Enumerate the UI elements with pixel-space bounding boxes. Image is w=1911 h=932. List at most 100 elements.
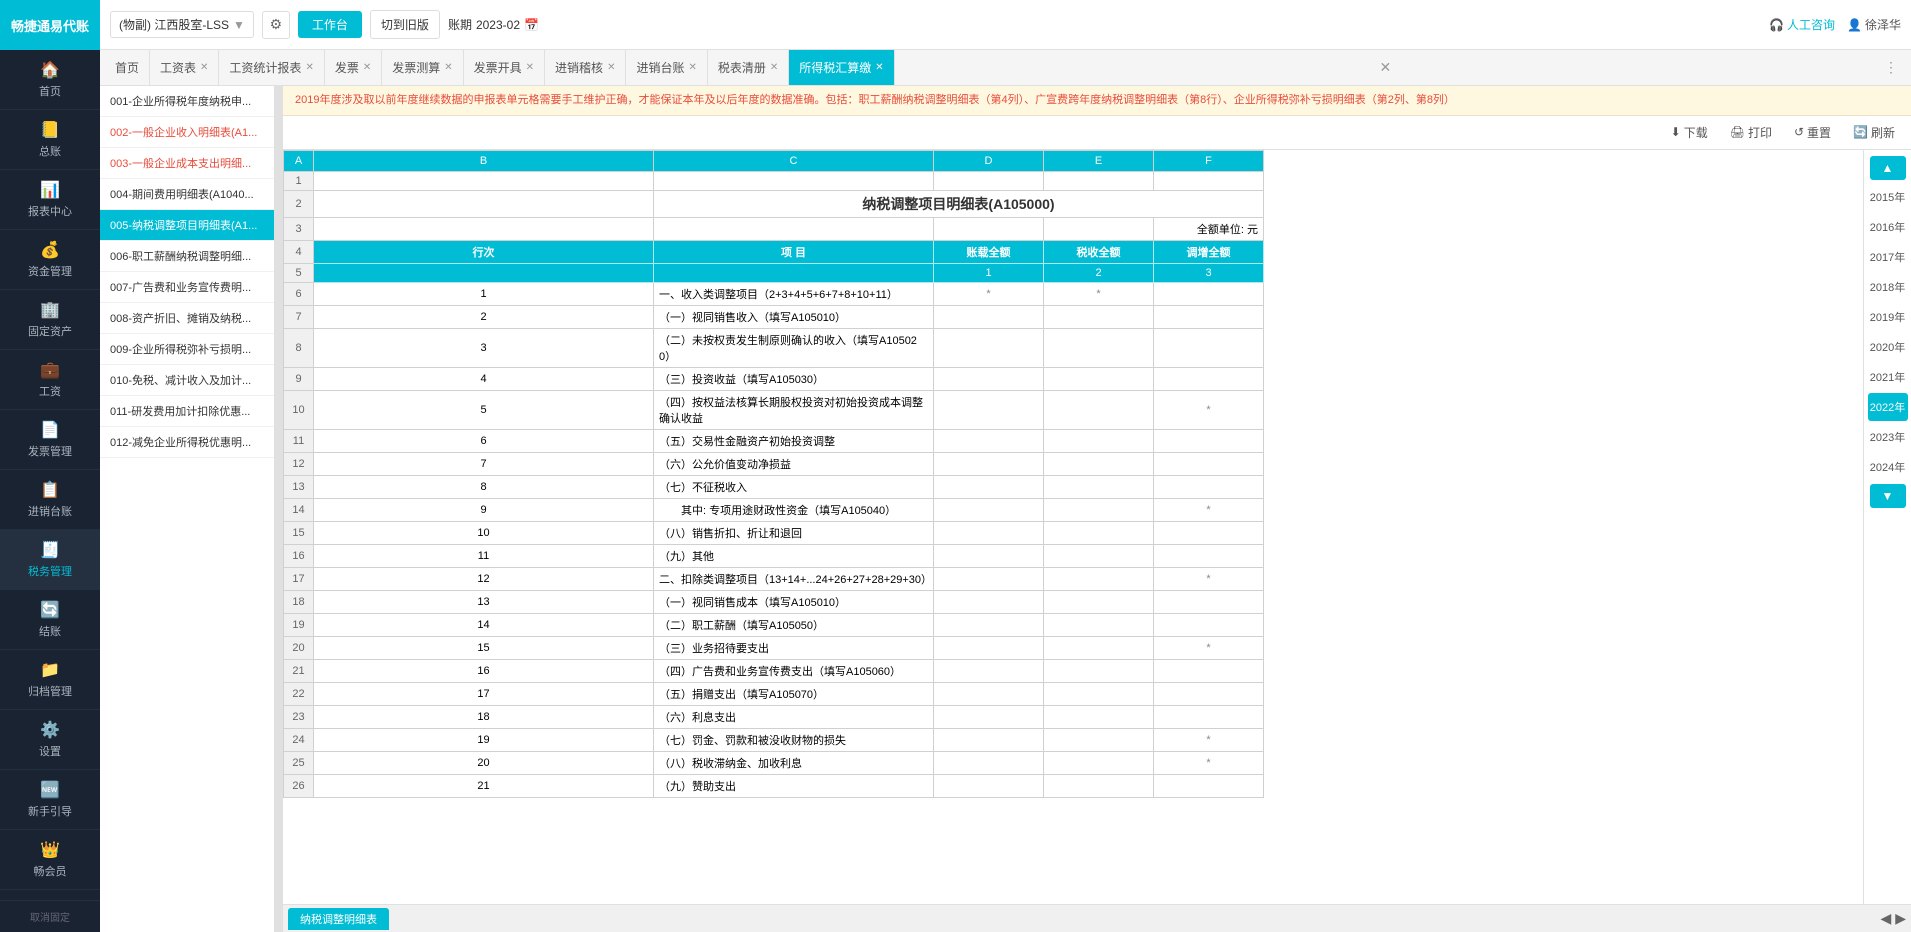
left-panel-item-006[interactable]: 006-职工薪酬纳税调整明细... — [100, 241, 274, 272]
sidebar-item-tax-mgmt[interactable]: 🧾 税务管理 — [0, 530, 100, 590]
cell-e10[interactable]: * — [1154, 390, 1264, 429]
cell-e15[interactable] — [1154, 521, 1264, 544]
cell-c15[interactable] — [934, 521, 1044, 544]
bottom-scroll-left-icon[interactable]: ◀ — [1880, 910, 1891, 927]
refresh-button[interactable]: 🔄 刷新 — [1847, 121, 1901, 144]
cell-c26[interactable] — [934, 774, 1044, 797]
sheet-main[interactable]: A B C D E F 1 — [283, 150, 1863, 905]
unpin-button[interactable]: 取消固定 — [0, 900, 100, 932]
tab-home[interactable]: 首页 — [105, 50, 150, 86]
tab-purchase-check-close[interactable]: ✕ — [607, 62, 615, 73]
cell-d14[interactable] — [1044, 498, 1154, 521]
tab-tax-register[interactable]: 税表清册 ✕ — [708, 50, 789, 86]
cell-d21[interactable] — [1044, 659, 1154, 682]
cell-c12[interactable] — [934, 452, 1044, 475]
cell-c9[interactable] — [934, 367, 1044, 390]
cell-d22[interactable] — [1044, 682, 1154, 705]
cell-c24[interactable] — [934, 728, 1044, 751]
tab-purchase-ledger[interactable]: 进销台账 ✕ — [626, 50, 707, 86]
tab-purchase-check[interactable]: 进销稽核 ✕ — [545, 50, 626, 86]
cell-d24[interactable] — [1044, 728, 1154, 751]
year-2015[interactable]: 2015年 — [1868, 183, 1908, 211]
cell-d7[interactable] — [1044, 305, 1154, 328]
tab-invoice-calc-close[interactable]: ✕ — [444, 62, 452, 73]
cell-e11[interactable] — [1154, 429, 1264, 452]
cell-d23[interactable] — [1044, 705, 1154, 728]
cell-c18[interactable] — [934, 590, 1044, 613]
cell-e21[interactable] — [1154, 659, 1264, 682]
old-version-button[interactable]: 切到旧版 — [370, 10, 440, 39]
cell-e26[interactable] — [1154, 774, 1264, 797]
tab-income-tax[interactable]: 所得税汇算缴 ✕ — [789, 50, 894, 86]
cell-c10[interactable] — [934, 390, 1044, 429]
tab-payroll-report[interactable]: 工资统计报表 ✕ — [219, 50, 324, 86]
sidebar-item-purchase-sales[interactable]: 📋 进销台账 — [0, 470, 100, 530]
sidebar-item-home[interactable]: 🏠 首页 — [0, 50, 100, 110]
tab-income-tax-close[interactable]: ✕ — [875, 62, 883, 73]
year-2021[interactable]: 2021年 — [1868, 363, 1908, 391]
cell-c21[interactable] — [934, 659, 1044, 682]
cell-c20[interactable] — [934, 636, 1044, 659]
tab-invoice-open-close[interactable]: ✕ — [526, 62, 534, 73]
left-panel-item-005[interactable]: 005-纳税调整项目明细表(A1... — [100, 210, 274, 241]
cell-c25[interactable] — [934, 751, 1044, 774]
year-2022[interactable]: 2022年 — [1868, 393, 1908, 421]
tab-payroll-report-close[interactable]: ✕ — [305, 62, 313, 73]
tab-invoice[interactable]: 发票 ✕ — [325, 50, 382, 86]
sidebar-item-payroll[interactable]: 💼 工资 — [0, 350, 100, 410]
cell-c8[interactable] — [934, 328, 1044, 367]
tab-purchase-ledger-close[interactable]: ✕ — [688, 62, 696, 73]
download-button[interactable]: ⬇ 下载 — [1665, 121, 1714, 144]
left-panel-item-009[interactable]: 009-企业所得税弥补亏损明... — [100, 334, 274, 365]
cell-d18[interactable] — [1044, 590, 1154, 613]
cell-d12[interactable] — [1044, 452, 1154, 475]
cell-d20[interactable] — [1044, 636, 1154, 659]
cell-d15[interactable] — [1044, 521, 1154, 544]
left-panel-item-011[interactable]: 011-研发费用加计扣除优惠... — [100, 396, 274, 427]
bottom-scroll-right-icon[interactable]: ▶ — [1895, 910, 1906, 927]
tab-payroll-close[interactable]: ✕ — [200, 62, 208, 73]
cell-e14[interactable]: * — [1154, 498, 1264, 521]
year-2016[interactable]: 2016年 — [1868, 213, 1908, 241]
cell-d13[interactable] — [1044, 475, 1154, 498]
cell-e16[interactable] — [1154, 544, 1264, 567]
year-nav-down-btn[interactable]: ▼ — [1870, 484, 1906, 508]
left-panel-item-010[interactable]: 010-免税、减计收入及加计... — [100, 365, 274, 396]
left-panel-item-003[interactable]: 003-一般企业成本支出明细... — [100, 148, 274, 179]
sidebar-item-guide[interactable]: 🆕 新手引导 — [0, 770, 100, 830]
cell-d9[interactable] — [1044, 367, 1154, 390]
cell-c19[interactable] — [934, 613, 1044, 636]
cell-d26[interactable] — [1044, 774, 1154, 797]
tab-payroll[interactable]: 工资表 ✕ — [150, 50, 219, 86]
cell-e7[interactable] — [1154, 305, 1264, 328]
tab-invoice-open[interactable]: 发票开具 ✕ — [464, 50, 545, 86]
cell-d16[interactable] — [1044, 544, 1154, 567]
cell-d25[interactable] — [1044, 751, 1154, 774]
cell-c16[interactable] — [934, 544, 1044, 567]
cell-e17[interactable]: * — [1154, 567, 1264, 590]
print-button[interactable]: 🖨 打印 — [1724, 121, 1778, 144]
company-settings-icon-btn[interactable]: ⚙ — [262, 11, 290, 39]
cell-e9[interactable] — [1154, 367, 1264, 390]
tabbar-close-all-btn[interactable]: ✕ — [1371, 59, 1399, 76]
sidebar-item-fixed-assets[interactable]: 🏢 固定资产 — [0, 290, 100, 350]
cell-c6[interactable]: * — [934, 282, 1044, 305]
cell-d10[interactable] — [1044, 390, 1154, 429]
year-2023[interactable]: 2023年 — [1868, 423, 1908, 451]
year-2018[interactable]: 2018年 — [1868, 273, 1908, 301]
sidebar-item-assets-mgmt[interactable]: 💰 资金管理 — [0, 230, 100, 290]
cell-c11[interactable] — [934, 429, 1044, 452]
workbench-button[interactable]: 工作台 — [298, 11, 362, 38]
cell-e19[interactable] — [1154, 613, 1264, 636]
user-profile-button[interactable]: 👤 徐泽华 — [1847, 16, 1901, 33]
cell-d17[interactable] — [1044, 567, 1154, 590]
company-selector[interactable]: (物副) 江西股室-LSS ▼ — [110, 11, 254, 38]
cell-e18[interactable] — [1154, 590, 1264, 613]
sidebar-item-vip[interactable]: 👑 畅会员 — [0, 830, 100, 890]
left-panel-item-007[interactable]: 007-广告费和业务宣传费明... — [100, 272, 274, 303]
cell-e12[interactable] — [1154, 452, 1264, 475]
reset-button[interactable]: ↺ 重置 — [1788, 121, 1837, 144]
tab-invoice-calc[interactable]: 发票测算 ✕ — [382, 50, 463, 86]
sidebar-item-archive[interactable]: 📁 归档管理 — [0, 650, 100, 710]
year-nav-up-btn[interactable]: ▲ — [1870, 156, 1906, 180]
